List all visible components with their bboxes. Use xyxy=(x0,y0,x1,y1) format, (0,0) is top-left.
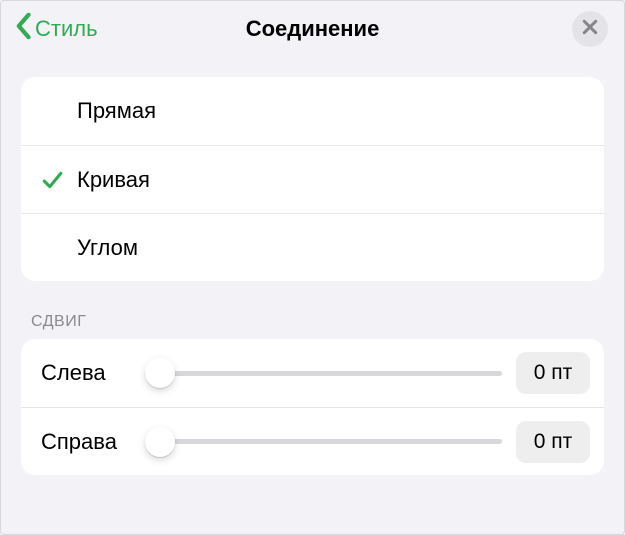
checkmark-icon xyxy=(41,169,77,191)
list-item-label: Углом xyxy=(77,235,584,261)
connection-type-curved[interactable]: Кривая xyxy=(21,145,604,213)
offset-left-row: Слева 0 пт xyxy=(21,339,604,407)
offset-left-value[interactable]: 0 пт xyxy=(516,352,590,394)
slider-thumb[interactable] xyxy=(145,358,175,388)
slider-thumb[interactable] xyxy=(145,427,175,457)
panel-header: Стиль Соединение xyxy=(1,1,624,61)
style-connection-panel: Стиль Соединение Прямая Кривая xyxy=(0,0,625,535)
offset-right-row: Справа 0 пт xyxy=(21,407,604,475)
offset-left-label: Слева xyxy=(41,360,131,386)
chevron-left-icon xyxy=(13,12,33,46)
connection-type-angled[interactable]: Углом xyxy=(21,213,604,281)
offset-right-label: Справа xyxy=(41,429,131,455)
offset-group: Слева 0 пт Справа 0 пт xyxy=(21,339,604,475)
list-item-label: Прямая xyxy=(77,98,584,124)
slider-track-bg xyxy=(145,439,502,444)
close-button[interactable] xyxy=(572,11,608,47)
list-item-label: Кривая xyxy=(77,167,584,193)
connection-type-list: Прямая Кривая Углом xyxy=(21,77,604,281)
offset-section-header: СДВИГ xyxy=(31,313,594,331)
slider-track-bg xyxy=(145,371,502,376)
back-label: Стиль xyxy=(35,16,98,42)
connection-type-straight[interactable]: Прямая xyxy=(21,77,604,145)
offset-left-slider[interactable] xyxy=(145,358,502,388)
offset-right-slider[interactable] xyxy=(145,427,502,457)
back-button[interactable]: Стиль xyxy=(13,12,98,46)
offset-right-value[interactable]: 0 пт xyxy=(516,421,590,463)
close-icon xyxy=(582,19,598,40)
